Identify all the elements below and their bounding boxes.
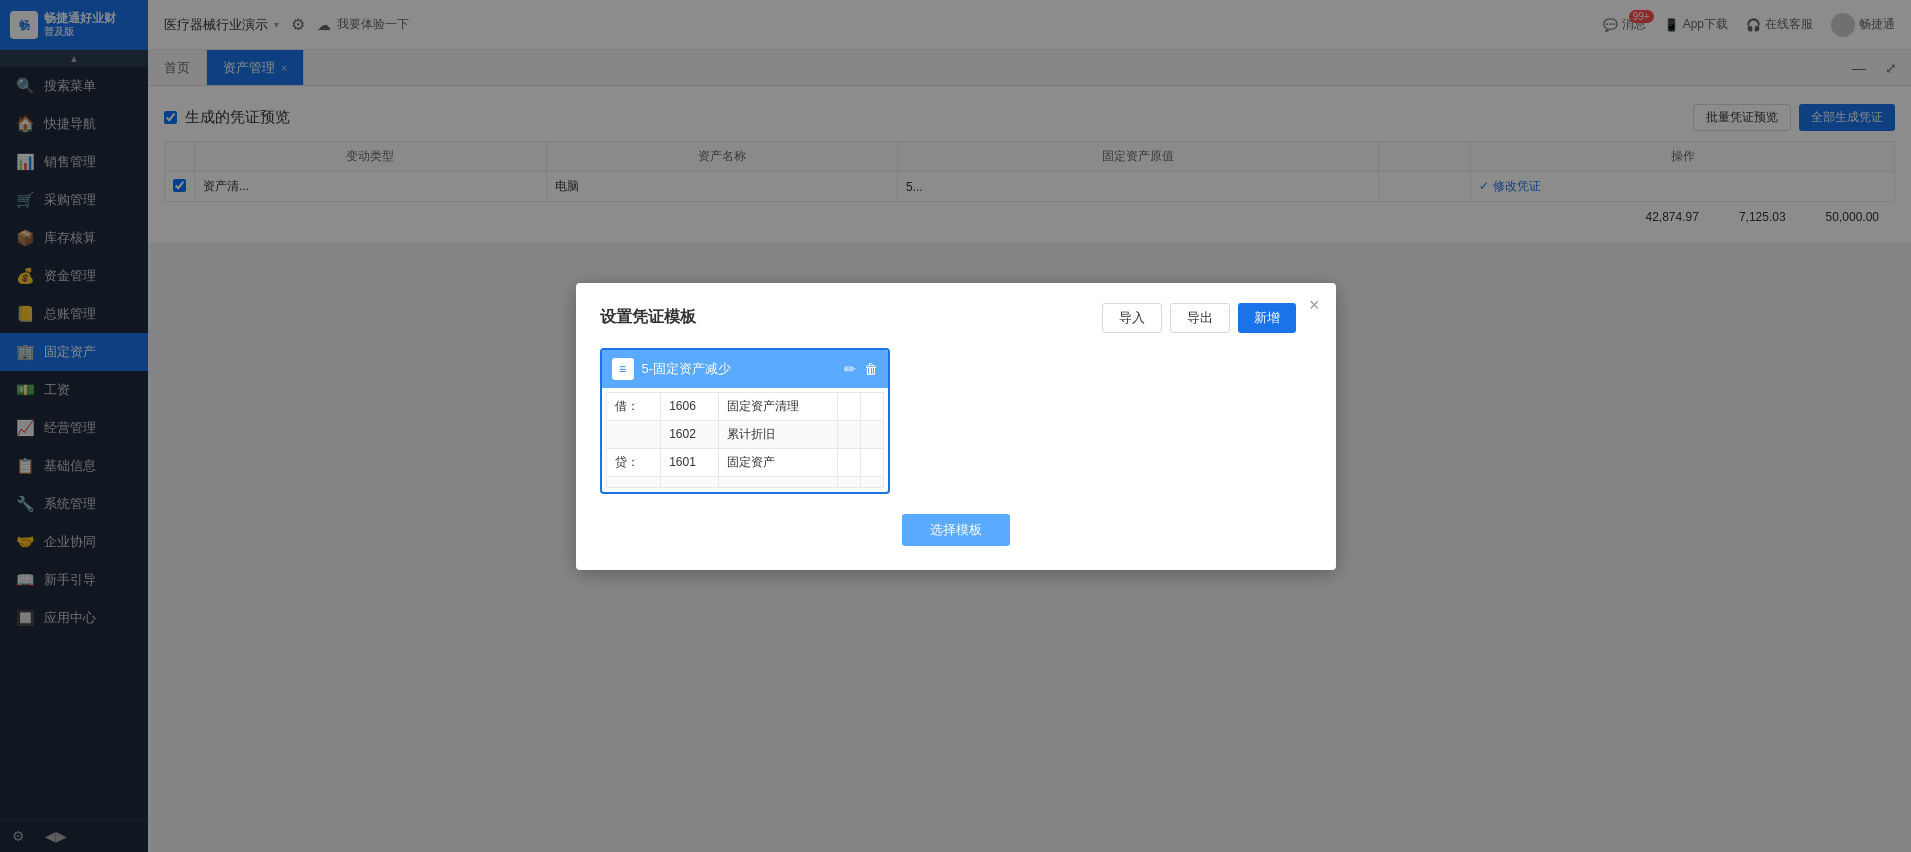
template-entry-row: 贷： 1601 固定资产 xyxy=(606,448,883,476)
entry-name: 累计折旧 xyxy=(719,420,838,448)
template-entry-row xyxy=(606,476,883,487)
template-edit-icon[interactable]: ✏ xyxy=(844,361,856,377)
new-button[interactable]: 新增 xyxy=(1238,303,1296,333)
modal-close-button[interactable]: × xyxy=(1309,295,1320,316)
template-card-actions: ✏ 🗑 xyxy=(844,361,878,377)
template-entry-row: 1602 累计折旧 xyxy=(606,420,883,448)
entry-code xyxy=(661,476,719,487)
modal-toolbar: 导入 导出 新增 xyxy=(1102,303,1296,333)
select-template-wrap: 选择模板 xyxy=(600,514,1312,546)
entry-direction: 贷： xyxy=(606,448,661,476)
entry-col3 xyxy=(838,448,861,476)
modal-set-template: × 设置凭证模板 导入 导出 新增 ≡ 5-固定资产减少 ✏ 🗑 xyxy=(576,283,1336,570)
entry-direction xyxy=(606,476,661,487)
entry-direction: 借： xyxy=(606,392,661,420)
entry-name xyxy=(719,476,838,487)
export-button[interactable]: 导出 xyxy=(1170,303,1230,333)
template-entry-table: 借： 1606 固定资产清理 1602 累计折旧 贷： 1601 固定资产 xyxy=(606,392,884,488)
entry-direction xyxy=(606,420,661,448)
import-button[interactable]: 导入 xyxy=(1102,303,1162,333)
entry-col4 xyxy=(860,392,883,420)
entry-code: 1602 xyxy=(661,420,719,448)
entry-col4 xyxy=(860,476,883,487)
modal-overlay[interactable]: × 设置凭证模板 导入 导出 新增 ≡ 5-固定资产减少 ✏ 🗑 xyxy=(0,0,1911,852)
entry-col3 xyxy=(838,392,861,420)
entry-col3 xyxy=(838,476,861,487)
template-card-title: 5-固定资产减少 xyxy=(642,360,836,378)
template-card: ≡ 5-固定资产减少 ✏ 🗑 借： 1606 固定资产清理 1602 xyxy=(600,348,890,494)
entry-code: 1606 xyxy=(661,392,719,420)
template-delete-icon[interactable]: 🗑 xyxy=(864,361,878,377)
entry-col4 xyxy=(860,420,883,448)
template-entry-row: 借： 1606 固定资产清理 xyxy=(606,392,883,420)
entry-name: 固定资产 xyxy=(719,448,838,476)
template-card-header: ≡ 5-固定资产减少 ✏ 🗑 xyxy=(602,350,888,388)
entry-code: 1601 xyxy=(661,448,719,476)
template-card-body: 借： 1606 固定资产清理 1602 累计折旧 贷： 1601 固定资产 xyxy=(602,388,888,492)
entry-col3 xyxy=(838,420,861,448)
select-template-button[interactable]: 选择模板 xyxy=(902,514,1010,546)
entry-col4 xyxy=(860,448,883,476)
entry-name: 固定资产清理 xyxy=(719,392,838,420)
template-card-icon: ≡ xyxy=(612,358,634,380)
